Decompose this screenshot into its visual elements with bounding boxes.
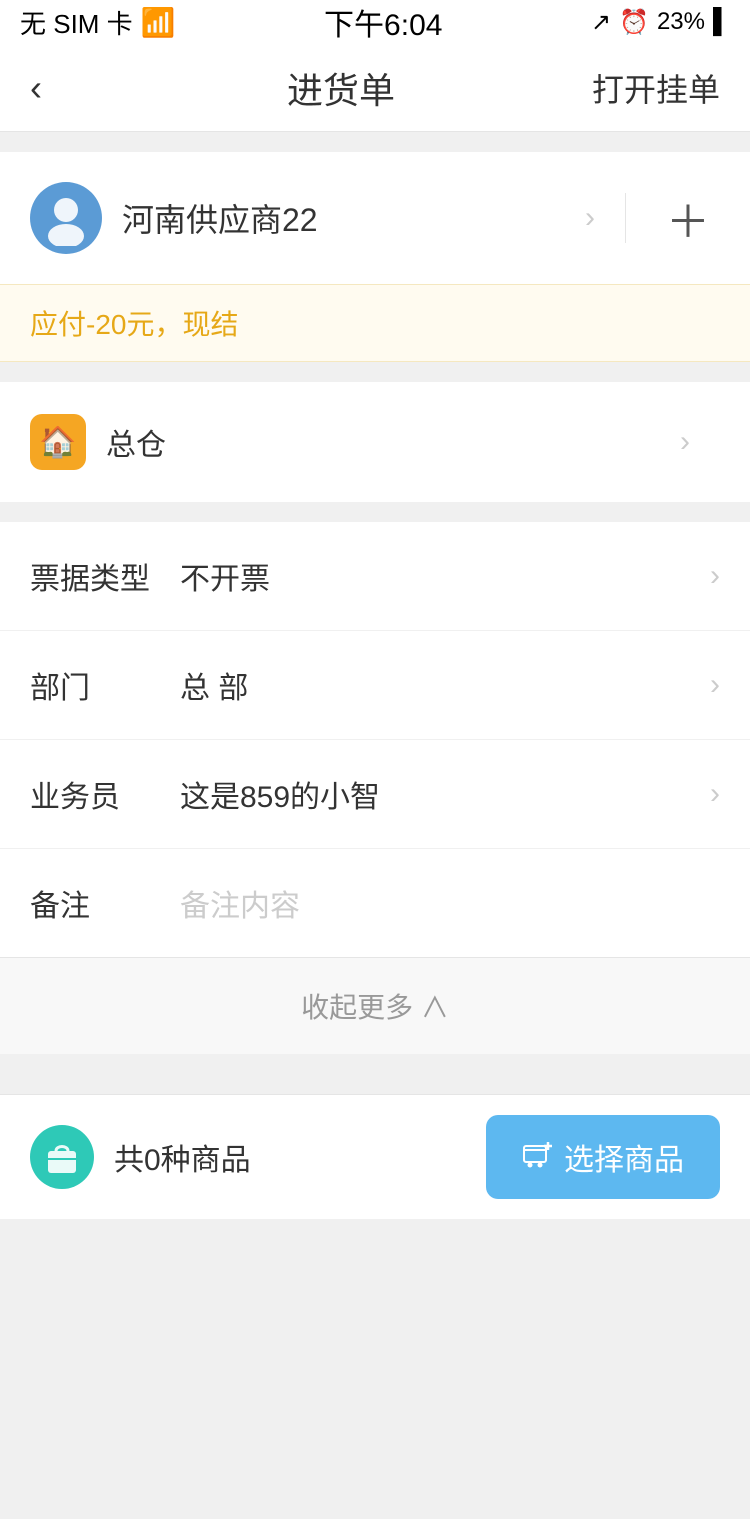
supplier-section: 河南供应商22 › ＋ 应付-20元，现结 <box>0 152 750 362</box>
notice-banner: 应付-20元，现结 <box>0 284 750 362</box>
product-count-label: 共0种商品 <box>114 1135 486 1179</box>
page-title: 进货单 <box>287 62 395 114</box>
warehouse-icon-wrap: 🏠 <box>30 414 86 470</box>
invoice-type-label: 票据类型 <box>30 554 150 598</box>
warehouse-label: 总仓 <box>106 420 680 464</box>
department-row[interactable]: 部门 总 部 › <box>0 631 750 740</box>
form-fields-section: 票据类型 不开票 › 部门 总 部 › 业务员 这是859的小智 › 备注 备注… <box>0 522 750 957</box>
collapse-label: 收起更多 ∧ <box>301 986 449 1026</box>
section-gap-1 <box>0 132 750 152</box>
salesperson-chevron-icon: › <box>710 777 720 811</box>
alarm-icon: ⏰ <box>619 8 649 37</box>
battery-icon: ▌ <box>713 8 730 36</box>
location-icon: ↗ <box>591 8 611 37</box>
invoice-type-value: 不开票 <box>180 554 710 598</box>
invoice-type-chevron-icon: › <box>710 559 720 593</box>
battery-label: 23% <box>657 8 705 36</box>
remark-placeholder[interactable]: 备注内容 <box>180 881 720 925</box>
person-icon <box>38 190 94 246</box>
status-bar: 无 SIM 卡 📶 下午6:04 ↗ ⏰ 23% ▌ <box>0 0 750 44</box>
select-product-icon <box>522 1140 554 1175</box>
nav-bar: ‹ 进货单 打开挂单 <box>0 44 750 132</box>
gray-area <box>0 1219 750 1519</box>
salesperson-row[interactable]: 业务员 这是859的小智 › <box>0 740 750 849</box>
section-gap-2 <box>0 362 750 382</box>
salesperson-label: 业务员 <box>30 772 150 816</box>
department-value: 总 部 <box>180 663 710 707</box>
wifi-icon: 📶 <box>141 6 176 39</box>
salesperson-value: 这是859的小智 <box>180 772 710 816</box>
bottom-bar: 共0种商品 选择商品 <box>0 1094 750 1219</box>
remark-row[interactable]: 备注 备注内容 <box>0 849 750 957</box>
supplier-row[interactable]: 河南供应商22 › ＋ <box>0 152 750 284</box>
supplier-chevron-icon: › <box>585 201 595 235</box>
department-label: 部门 <box>30 663 150 707</box>
time-label: 下午6:04 <box>324 0 442 44</box>
select-product-label: 选择商品 <box>564 1135 684 1179</box>
carrier-label: 无 SIM 卡 <box>20 4 133 41</box>
supplier-avatar <box>30 182 102 254</box>
department-chevron-icon: › <box>710 668 720 702</box>
warehouse-row[interactable]: 🏠 总仓 › <box>0 382 750 502</box>
cart-plus-icon <box>522 1140 554 1168</box>
remark-label: 备注 <box>30 881 150 925</box>
collapse-row[interactable]: 收起更多 ∧ <box>0 957 750 1054</box>
product-icon-wrap <box>30 1125 94 1189</box>
shopping-bag-icon <box>42 1137 82 1177</box>
section-gap-4 <box>0 1054 750 1074</box>
notice-text: 应付-20元，现结 <box>30 309 238 340</box>
add-button[interactable]: ＋ <box>656 176 720 260</box>
warehouse-chevron-icon: › <box>680 425 690 459</box>
section-gap-3 <box>0 502 750 522</box>
supplier-name-label: 河南供应商22 <box>122 195 585 241</box>
house-icon: 🏠 <box>39 425 76 460</box>
back-button[interactable]: ‹ <box>30 67 90 109</box>
status-bar-right: ↗ ⏰ 23% ▌ <box>591 8 730 37</box>
invoice-type-row[interactable]: 票据类型 不开票 › <box>0 522 750 631</box>
select-product-button[interactable]: 选择商品 <box>486 1115 720 1199</box>
vertical-divider <box>625 193 626 243</box>
status-bar-left: 无 SIM 卡 📶 <box>20 4 176 41</box>
open-pending-button[interactable]: 打开挂单 <box>592 65 720 111</box>
warehouse-section: 🏠 总仓 › <box>0 382 750 502</box>
